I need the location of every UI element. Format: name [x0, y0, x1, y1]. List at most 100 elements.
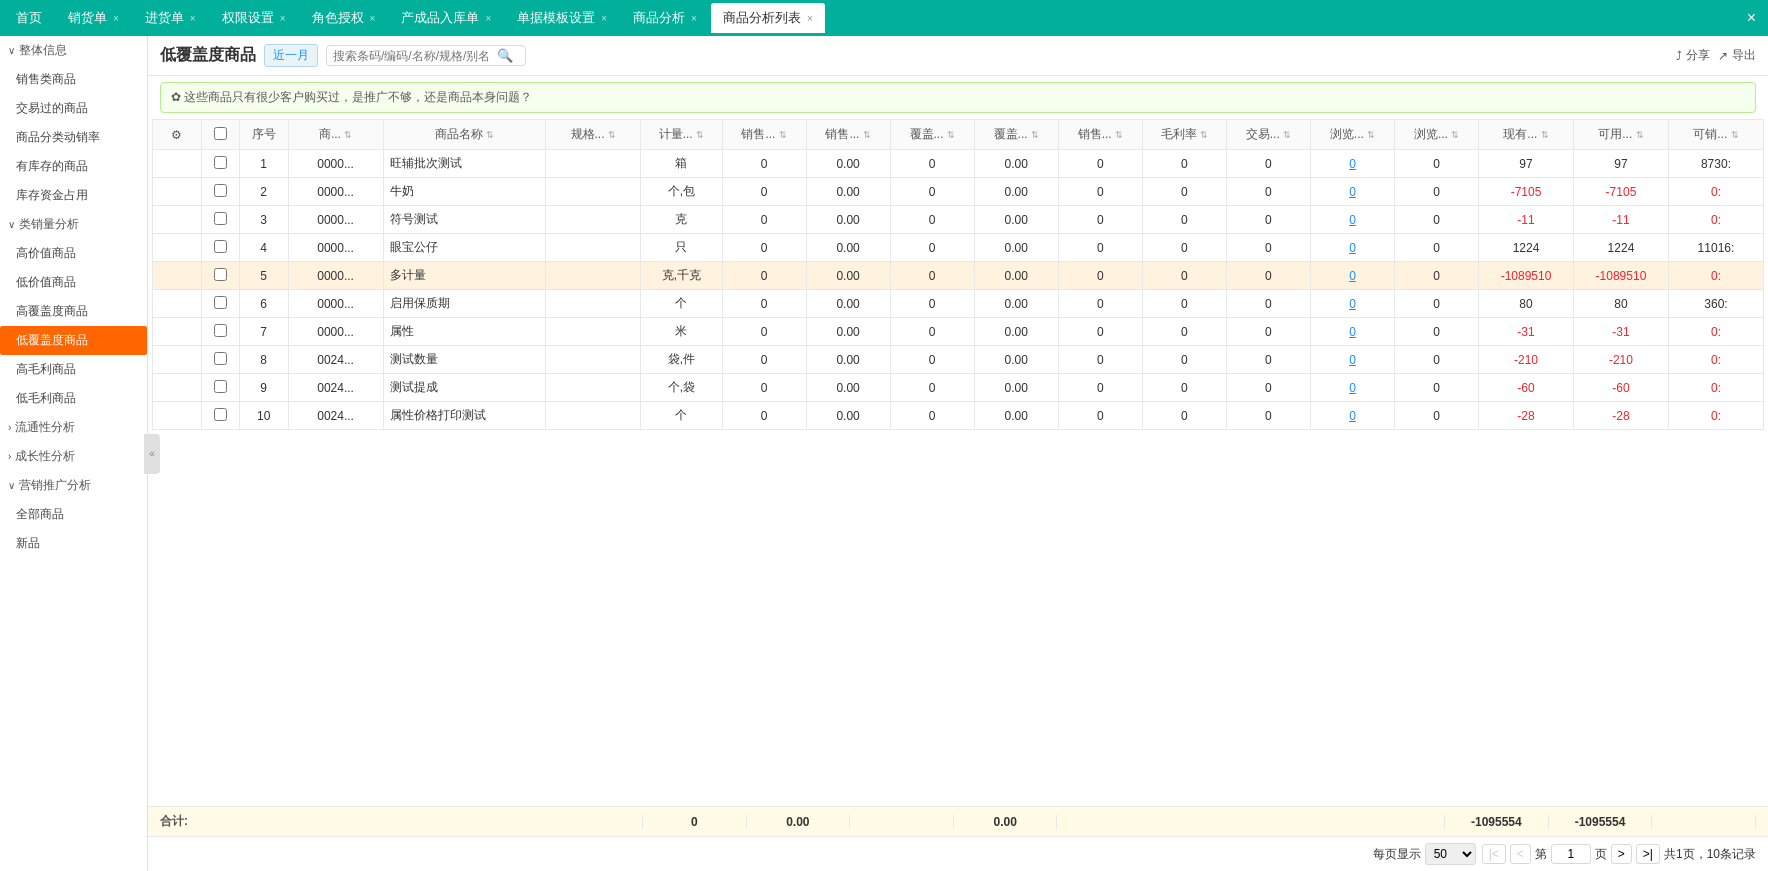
close-icon[interactable]: ×	[807, 13, 813, 24]
row-checkbox[interactable]	[201, 150, 239, 178]
sidebar-item-sales-goods[interactable]: 销售类商品	[0, 65, 147, 94]
tab-product-analysis[interactable]: 商品分析 ×	[621, 3, 709, 33]
table-row: 2 0000... 牛奶 个,包 0 0.00 0 0.00 0 0 0 0 0…	[153, 178, 1764, 206]
close-icon[interactable]: ×	[280, 13, 286, 24]
export-button[interactable]: ↗ 导出	[1718, 47, 1756, 64]
row-gear	[153, 402, 202, 430]
row-browse1[interactable]: 0	[1310, 290, 1394, 318]
column-name[interactable]: 商品名称 ⇅	[383, 120, 546, 150]
sidebar-section-liquidity[interactable]: › 流通性分析	[0, 413, 147, 442]
tab-finished-goods[interactable]: 产成品入库单 ×	[389, 3, 503, 33]
close-icon[interactable]: ×	[370, 13, 376, 24]
column-code[interactable]: 商... ⇅	[288, 120, 383, 150]
row-checkbox[interactable]	[201, 290, 239, 318]
select-all-checkbox[interactable]	[214, 127, 227, 140]
sidebar-collapse-button[interactable]: «	[144, 434, 160, 474]
column-cover1[interactable]: 覆盖... ⇅	[890, 120, 974, 150]
row-checkbox[interactable]	[201, 346, 239, 374]
row-trade: 0	[1226, 402, 1310, 430]
page-number-input[interactable]	[1551, 844, 1591, 864]
sidebar-item-high-coverage[interactable]: 高覆盖度商品	[0, 297, 147, 326]
sidebar-item-in-stock[interactable]: 有库存的商品	[0, 152, 147, 181]
column-unit[interactable]: 计量... ⇅	[641, 120, 722, 150]
row-sales-amt: 0.00	[806, 318, 890, 346]
search-input[interactable]	[333, 49, 493, 63]
share-button[interactable]: ⤴ 分享	[1676, 47, 1710, 64]
column-gross-margin[interactable]: 毛利率 ⇅	[1142, 120, 1226, 150]
column-browse1[interactable]: 浏览... ⇅	[1310, 120, 1394, 150]
sidebar-item-low-value[interactable]: 低价值商品	[0, 268, 147, 297]
sidebar-item-all-goods[interactable]: 全部商品	[0, 500, 147, 529]
page-size-label: 每页显示	[1373, 846, 1421, 863]
sidebar-item-category-rate[interactable]: 商品分类动销率	[0, 123, 147, 152]
row-sales-amt: 0.00	[806, 402, 890, 430]
tab-purchase-order[interactable]: 进货单 ×	[133, 3, 208, 33]
column-trade[interactable]: 交易... ⇅	[1226, 120, 1310, 150]
sidebar-item-stock-capital[interactable]: 库存资金占用	[0, 181, 147, 210]
row-checkbox[interactable]	[201, 178, 239, 206]
window-close-button[interactable]: ×	[1739, 9, 1764, 27]
first-page-button[interactable]: |<	[1482, 844, 1506, 864]
sidebar-section-marketing[interactable]: ∨ 营销推广分析	[0, 471, 147, 500]
sidebar-section-sales-analysis[interactable]: ∨ 类销量分析	[0, 210, 147, 239]
tab-template-settings[interactable]: 单据模板设置 ×	[505, 3, 619, 33]
page-size-select[interactable]: 50 100 200	[1425, 843, 1476, 865]
row-browse1[interactable]: 0	[1310, 150, 1394, 178]
row-browse1[interactable]: 0	[1310, 234, 1394, 262]
row-browse1[interactable]: 0	[1310, 206, 1394, 234]
column-sellable[interactable]: 可销... ⇅	[1668, 120, 1763, 150]
row-browse1[interactable]: 0	[1310, 402, 1394, 430]
table-header-row: ⚙ 序号 商... ⇅ 商品名称 ⇅ 规格... ⇅ 计量... ⇅ 销售...…	[153, 120, 1764, 150]
column-spec[interactable]: 规格... ⇅	[546, 120, 641, 150]
tab-product-analysis-list[interactable]: 商品分析列表 ×	[711, 3, 825, 33]
row-cover1: 0	[890, 402, 974, 430]
column-sales-qty[interactable]: 销售... ⇅	[722, 120, 806, 150]
row-browse1[interactable]: 0	[1310, 318, 1394, 346]
row-gear	[153, 150, 202, 178]
row-browse1[interactable]: 0	[1310, 178, 1394, 206]
sidebar-item-new-products[interactable]: 新品	[0, 529, 147, 558]
column-checkbox[interactable]	[201, 120, 239, 150]
row-browse1[interactable]: 0	[1310, 374, 1394, 402]
tab-permission-settings[interactable]: 权限设置 ×	[210, 3, 298, 33]
row-checkbox[interactable]	[201, 374, 239, 402]
last-page-button[interactable]: >|	[1636, 844, 1660, 864]
sidebar-section-growth[interactable]: › 成长性分析	[0, 442, 147, 471]
sidebar-item-low-margin[interactable]: 低毛利商品	[0, 384, 147, 413]
sidebar-section-overall[interactable]: ∨ 整体信息	[0, 36, 147, 65]
column-current-stock[interactable]: 现有... ⇅	[1479, 120, 1574, 150]
row-browse1[interactable]: 0	[1310, 262, 1394, 290]
row-sellable: 0:	[1668, 262, 1763, 290]
tab-home[interactable]: 首页	[4, 3, 54, 33]
row-sales-amt: 0.00	[806, 374, 890, 402]
close-icon[interactable]: ×	[113, 13, 119, 24]
share-icon: ⤴	[1676, 49, 1682, 63]
next-page-button[interactable]: >	[1611, 844, 1632, 864]
column-gear[interactable]: ⚙	[153, 120, 202, 150]
row-checkbox[interactable]	[201, 318, 239, 346]
row-browse1[interactable]: 0	[1310, 346, 1394, 374]
tab-sales-order[interactable]: 销货单 ×	[56, 3, 131, 33]
row-checkbox[interactable]	[201, 262, 239, 290]
row-checkbox[interactable]	[201, 234, 239, 262]
column-cover2[interactable]: 覆盖... ⇅	[974, 120, 1058, 150]
sidebar-item-traded-goods[interactable]: 交易过的商品	[0, 94, 147, 123]
row-checkbox[interactable]	[201, 402, 239, 430]
row-checkbox[interactable]	[201, 206, 239, 234]
sidebar-item-high-value[interactable]: 高价值商品	[0, 239, 147, 268]
close-icon[interactable]: ×	[601, 13, 607, 24]
prev-page-button[interactable]: <	[1510, 844, 1531, 864]
column-sales3[interactable]: 销售... ⇅	[1058, 120, 1142, 150]
sidebar-item-low-coverage[interactable]: 低覆盖度商品	[0, 326, 147, 355]
close-icon[interactable]: ×	[691, 13, 697, 24]
column-available[interactable]: 可用... ⇅	[1574, 120, 1669, 150]
search-icon[interactable]: 🔍	[497, 48, 513, 63]
close-icon[interactable]: ×	[485, 13, 491, 24]
column-browse2[interactable]: 浏览... ⇅	[1395, 120, 1479, 150]
sidebar-item-high-margin[interactable]: 高毛利商品	[0, 355, 147, 384]
period-button[interactable]: 近一月	[264, 44, 318, 67]
row-num: 3	[239, 206, 288, 234]
tab-role-auth[interactable]: 角色授权 ×	[300, 3, 388, 33]
column-sales-amt[interactable]: 销售... ⇅	[806, 120, 890, 150]
close-icon[interactable]: ×	[190, 13, 196, 24]
